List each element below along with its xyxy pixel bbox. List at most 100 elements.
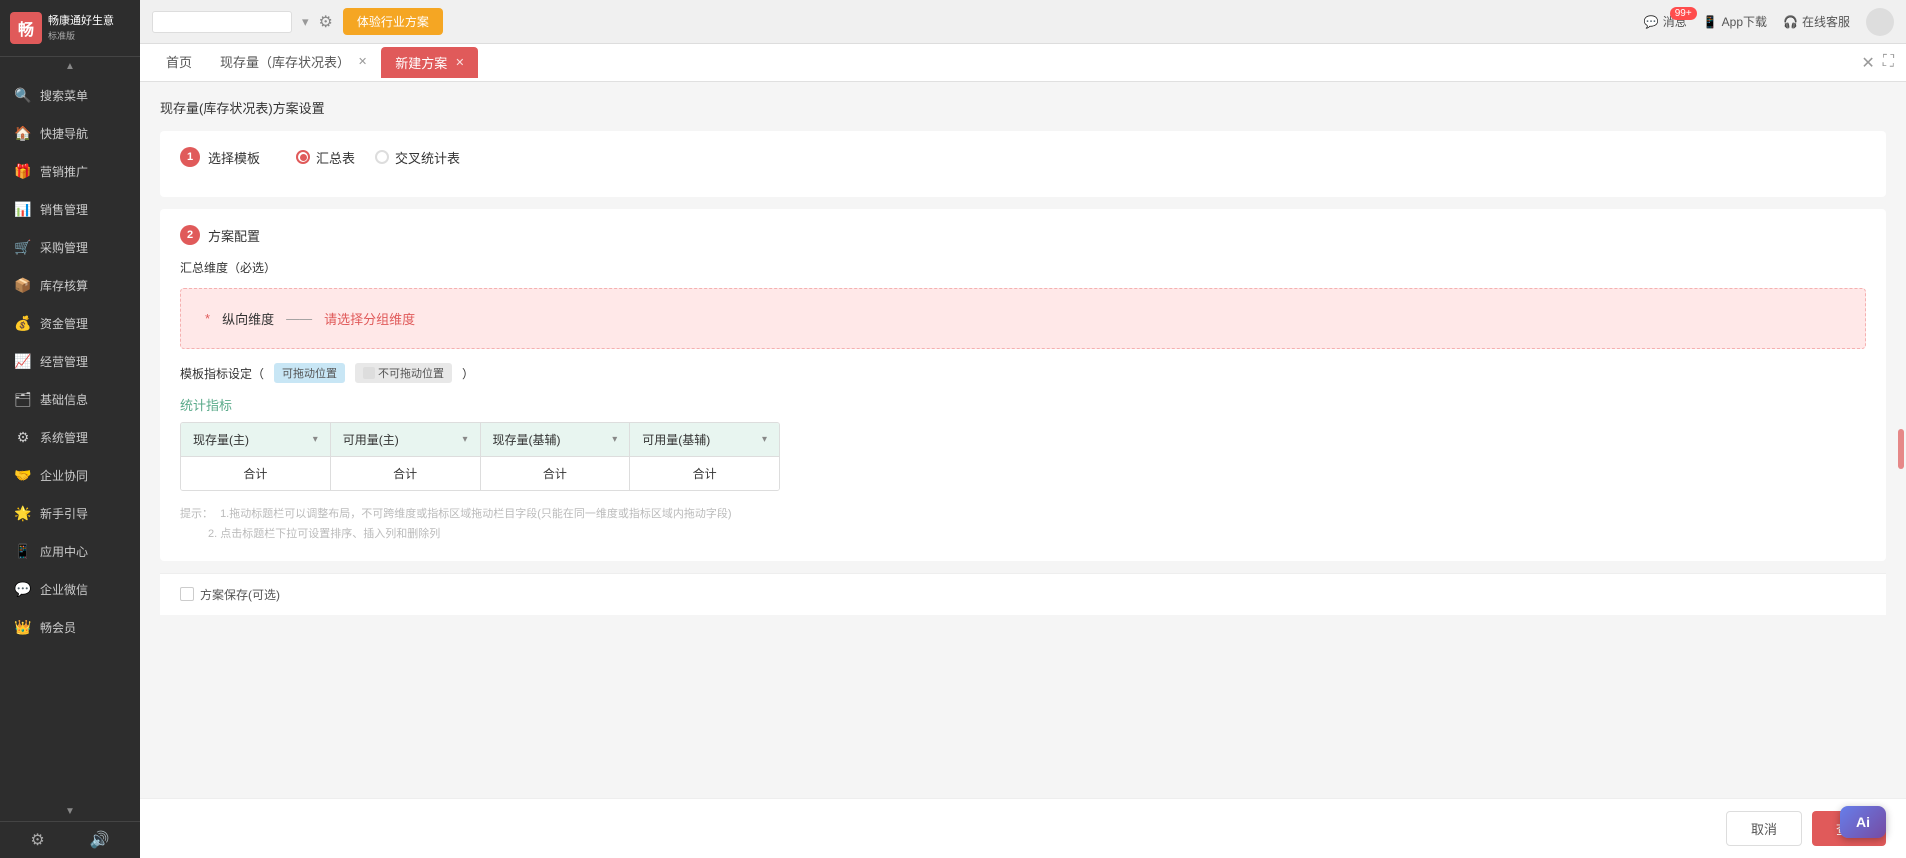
sidebar-scroll-down[interactable]: ▼ <box>0 802 140 821</box>
user-avatar[interactable] <box>1866 8 1894 36</box>
dimension-area[interactable]: * 纵向维度 —— 请选择分组维度 <box>180 288 1866 349</box>
topbar-dropdown-icon[interactable]: ▾ <box>302 14 309 30</box>
col-header-1[interactable]: 可用量(主) ▾ <box>331 423 481 456</box>
sidebar: 畅 畅康通好生意 标准版 ▲ 🔍 搜索菜单 🏠 快捷导航 🎁 营销推广 📊 销售… <box>0 0 140 858</box>
message-count: 99+ <box>1670 7 1697 20</box>
sidebar-item-purchase[interactable]: 🛒 采购管理 <box>0 228 140 266</box>
cell-0-1: 合计 <box>331 457 481 490</box>
sidebar-item-search[interactable]: 🔍 搜索菜单 <box>0 76 140 114</box>
col-header-0[interactable]: 现存量(主) ▾ <box>181 423 331 456</box>
step2-title: 方案配置 <box>208 226 260 245</box>
volume-icon[interactable]: 🔊 <box>90 830 110 850</box>
stats-table-row-0: 合计 合计 合计 合计 <box>181 456 779 490</box>
tab-home[interactable]: 首页 <box>152 44 206 81</box>
tab-inventory-close-icon[interactable]: ✕ <box>358 55 367 68</box>
stats-section-title: 统计指标 <box>180 395 1866 414</box>
metrics-setting: 模板指标设定（ 可拖动位置 不可拖动位置 ） 统计指标 现存量(主) ▾ <box>180 363 1866 491</box>
search-icon: 🔍 <box>14 86 32 104</box>
sidebar-nav: 🔍 搜索菜单 🏠 快捷导航 🎁 营销推广 📊 销售管理 🛒 采购管理 📦 库存核… <box>0 76 140 802</box>
cancel-button[interactable]: 取消 <box>1726 811 1802 846</box>
sidebar-item-operations[interactable]: 📈 经营管理 <box>0 342 140 380</box>
tab-close-window-icon[interactable]: ✕ <box>1861 53 1874 73</box>
sidebar-item-appstore[interactable]: 📱 应用中心 <box>0 532 140 570</box>
tab-new-close-icon[interactable]: ✕ <box>455 56 464 69</box>
dimension-select-placeholder[interactable]: 请选择分组维度 <box>324 309 415 328</box>
radio-cross-btn[interactable] <box>375 150 389 164</box>
save-label: 方案保存(可选) <box>200 586 280 603</box>
app-download-badge[interactable]: 📱 App下载 <box>1703 13 1767 30</box>
step1-title: 选择模板 <box>208 148 260 167</box>
topbar-search-input[interactable] <box>152 11 292 33</box>
sidebar-item-quicknav[interactable]: 🏠 快捷导航 <box>0 114 140 152</box>
sidebar-logo: 畅 畅康通好生意 标准版 <box>0 0 140 57</box>
sidebar-item-wechat[interactable]: 💬 企业微信 <box>0 570 140 608</box>
app-name: 畅康通好生意 <box>48 14 114 28</box>
col-chevron-1[interactable]: ▾ <box>462 434 467 445</box>
col-chevron-2[interactable]: ▾ <box>612 434 617 445</box>
purchase-icon: 🛒 <box>14 238 32 256</box>
sidebar-item-member[interactable]: 👑 畅会员 <box>0 608 140 646</box>
sidebar-item-guide[interactable]: 🌟 新手引导 <box>0 494 140 532</box>
collab-icon: 🤝 <box>14 466 32 484</box>
appstore-icon: 📱 <box>14 542 32 560</box>
radio-summary-btn[interactable] <box>296 150 310 164</box>
step2-header: 2 方案配置 <box>180 225 1866 245</box>
col-header-3[interactable]: 可用量(基辅) ▾ <box>630 423 779 456</box>
sidebar-item-marketing[interactable]: 🎁 营销推广 <box>0 152 140 190</box>
sidebar-item-inventory[interactable]: 📦 库存核算 <box>0 266 140 304</box>
online-service-badge[interactable]: 🎧 在线客服 <box>1783 13 1850 30</box>
headset-icon: 🎧 <box>1783 15 1798 29</box>
metrics-setting-label: 模板指标设定（ 可拖动位置 不可拖动位置 ） <box>180 363 1866 383</box>
sidebar-item-collab[interactable]: 🤝 企业协同 <box>0 456 140 494</box>
message-badge[interactable]: 💬 消息 99+ <box>1644 13 1687 30</box>
member-icon: 👑 <box>14 618 32 636</box>
radio-cross-table[interactable]: 交叉统计表 <box>375 148 460 167</box>
aggregation-label: 汇总维度（必选） <box>180 259 1866 276</box>
baseinfo-icon: 🗂 <box>14 390 32 408</box>
page-title: 现存量(库存状况表)方案设置 <box>160 98 1886 117</box>
app-logo-icon: 畅 <box>10 12 42 44</box>
sidebar-item-sales[interactable]: 📊 销售管理 <box>0 190 140 228</box>
tab-maximize-icon[interactable]: ⛶ <box>1883 53 1894 73</box>
template-options: 汇总表 交叉统计表 <box>296 148 460 167</box>
dimension-required-label: * <box>205 311 210 326</box>
tab-inventory-status[interactable]: 现存量（库存状况表） ✕ <box>206 44 381 81</box>
sales-icon: 📊 <box>14 200 32 218</box>
cell-0-3: 合计 <box>630 457 779 490</box>
cell-0-0: 合计 <box>181 457 331 490</box>
tab-new-plan[interactable]: 新建方案 ✕ <box>381 47 478 78</box>
trial-button[interactable]: 体验行业方案 <box>343 8 443 35</box>
save-checkbox[interactable] <box>180 587 194 601</box>
ai-button[interactable]: Ai <box>1840 806 1886 838</box>
non-draggable-badge: 不可拖动位置 <box>355 363 452 383</box>
content-area: 现存量(库存状况表)方案设置 1 选择模板 汇总表 交叉统计表 <box>140 82 1906 798</box>
home-icon: 🏠 <box>14 124 32 142</box>
save-checkbox-area: 方案保存(可选) <box>160 573 1886 615</box>
draggable-badge: 可拖动位置 <box>274 363 345 383</box>
operations-icon: 📈 <box>14 352 32 370</box>
col-chevron-0[interactable]: ▾ <box>313 434 318 445</box>
topbar-gear-icon[interactable]: ⚙ <box>319 12 333 32</box>
non-draggable-indicator <box>363 367 375 379</box>
settings-icon[interactable]: ⚙ <box>30 830 44 850</box>
sidebar-item-system[interactable]: ⚙ 系统管理 <box>0 418 140 456</box>
tabbar: 首页 现存量（库存状况表） ✕ 新建方案 ✕ ✕ ⛶ <box>140 44 1906 82</box>
message-icon: 💬 <box>1644 15 1659 29</box>
tips-area: 提示： 1.拖动标题栏可以调整布局，不可跨维度或指标区域拖动栏目字段(只能在同一… <box>180 505 1866 545</box>
system-icon: ⚙ <box>14 428 32 446</box>
sidebar-item-finance[interactable]: 💰 资金管理 <box>0 304 140 342</box>
step2-number: 2 <box>180 225 200 245</box>
radio-summary-table[interactable]: 汇总表 <box>296 148 355 167</box>
step1-header: 1 选择模板 汇总表 交叉统计表 <box>180 147 1866 167</box>
wechat-icon: 💬 <box>14 580 32 598</box>
sidebar-item-base-info[interactable]: 🗂 基础信息 <box>0 380 140 418</box>
sidebar-scroll-up[interactable]: ▲ <box>0 57 140 76</box>
phone-icon: 📱 <box>1703 15 1718 29</box>
tabbar-controls: ✕ ⛶ <box>1861 53 1894 73</box>
topbar-right: 💬 消息 99+ 📱 App下载 🎧 在线客服 <box>1644 8 1894 36</box>
guide-icon: 🌟 <box>14 504 32 522</box>
col-chevron-3[interactable]: ▾ <box>762 434 767 445</box>
step1-section: 1 选择模板 汇总表 交叉统计表 <box>160 131 1886 197</box>
stats-table: 现存量(主) ▾ 可用量(主) ▾ 现存量(基辅) ▾ 可用量(基辅) <box>180 422 780 491</box>
col-header-2[interactable]: 现存量(基辅) ▾ <box>481 423 631 456</box>
